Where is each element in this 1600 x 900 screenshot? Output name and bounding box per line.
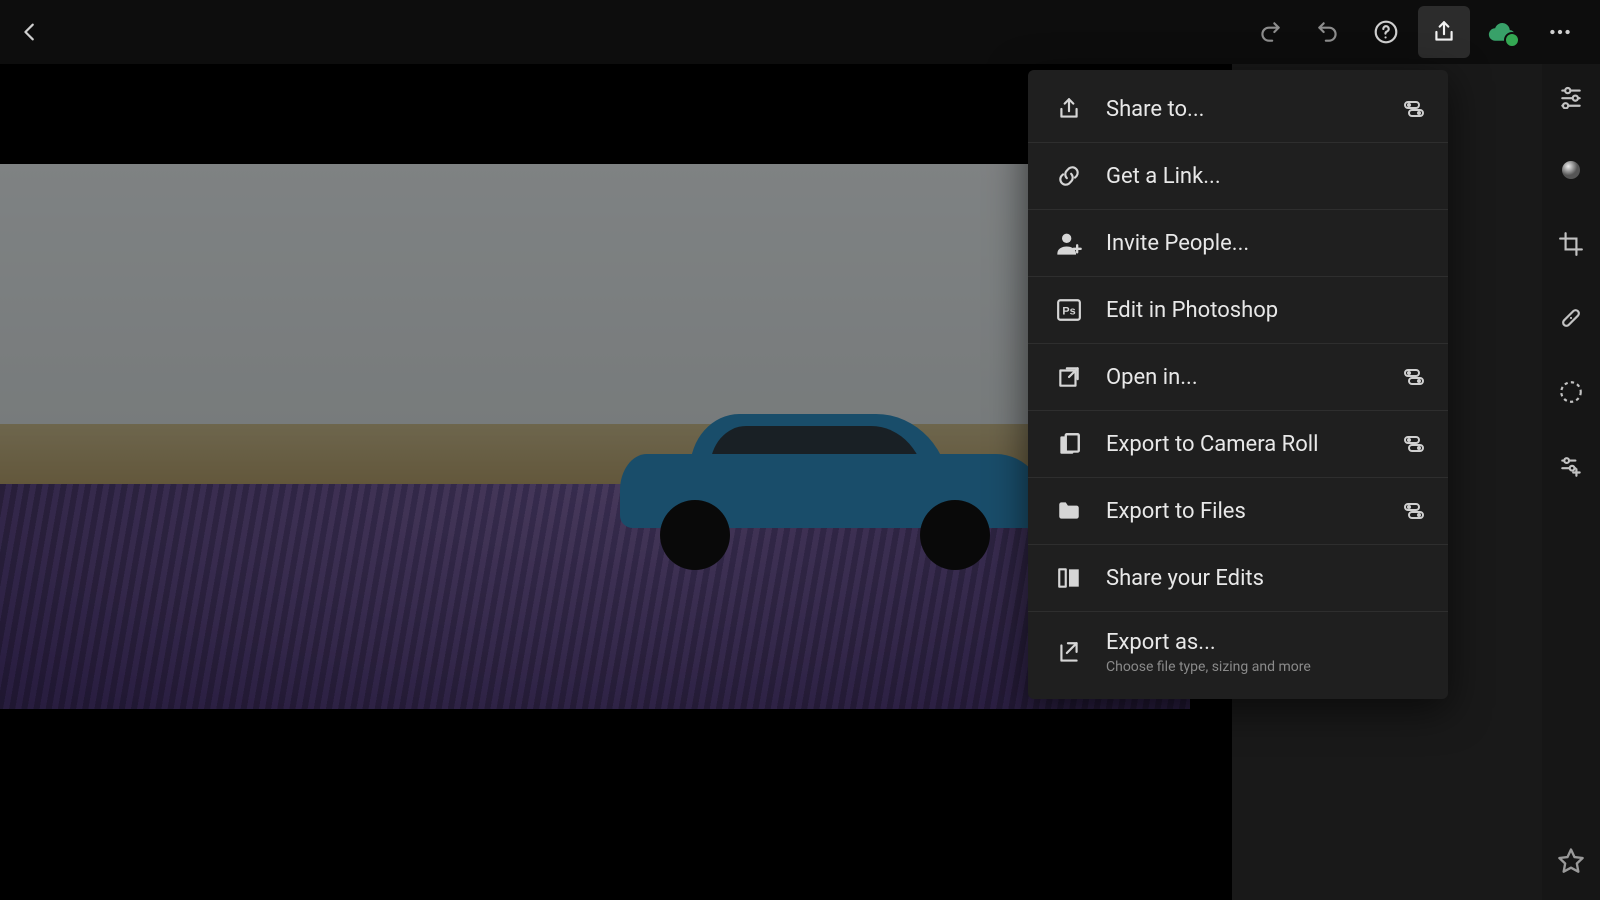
sliders-icon — [1558, 83, 1584, 109]
share-button[interactable] — [1418, 6, 1470, 58]
tool-crop[interactable] — [1551, 224, 1591, 264]
tool-adjust[interactable] — [1551, 76, 1591, 116]
export-icon — [1054, 638, 1084, 668]
menu-share-to[interactable]: Share to... — [1028, 76, 1448, 143]
menu-export-camera-roll[interactable]: Export to Camera Roll — [1028, 411, 1448, 478]
menu-label: Invite People... — [1106, 231, 1249, 256]
camera-roll-icon — [1054, 429, 1084, 459]
menu-label: Share your Edits — [1106, 566, 1264, 591]
menu-share-edits[interactable]: Share your Edits — [1028, 545, 1448, 612]
photoshop-icon: Ps — [1054, 295, 1084, 325]
photo-canvas[interactable] — [0, 64, 1190, 709]
tool-heal[interactable] — [1551, 298, 1591, 338]
sphere-icon — [1559, 158, 1583, 182]
sync-ok-badge — [1504, 32, 1520, 48]
options-icon[interactable] — [1402, 365, 1426, 389]
chevron-left-icon — [19, 21, 41, 43]
menu-export-as[interactable]: Export as... Choose file type, sizing an… — [1028, 612, 1448, 693]
menu-subtitle: Choose file type, sizing and more — [1106, 659, 1311, 675]
redo-icon — [1257, 19, 1283, 45]
link-icon — [1054, 161, 1084, 191]
menu-get-link[interactable]: Get a Link... — [1028, 143, 1448, 210]
menu-label: Share to... — [1106, 97, 1204, 122]
svg-text:Ps: Ps — [1062, 305, 1075, 317]
folder-icon — [1054, 496, 1084, 526]
options-icon[interactable] — [1402, 499, 1426, 523]
menu-export-files[interactable]: Export to Files — [1028, 478, 1448, 545]
star-icon — [1557, 846, 1585, 874]
redo-button[interactable] — [1244, 6, 1296, 58]
back-button[interactable] — [0, 0, 60, 64]
cloud-sync-button[interactable] — [1476, 6, 1528, 58]
options-icon[interactable] — [1402, 97, 1426, 121]
menu-label: Export as... — [1106, 630, 1311, 655]
person-add-icon — [1054, 228, 1084, 258]
menu-invite-people[interactable]: Invite People... — [1028, 210, 1448, 277]
help-button[interactable] — [1360, 6, 1412, 58]
top-bar — [0, 0, 1600, 64]
share-up-icon — [1054, 94, 1084, 124]
share-edits-icon — [1054, 563, 1084, 593]
dashed-circle-icon — [1558, 379, 1584, 405]
menu-label: Get a Link... — [1106, 164, 1221, 189]
top-right-controls — [1244, 6, 1600, 58]
undo-icon — [1315, 19, 1341, 45]
sliders-plus-icon — [1558, 453, 1584, 479]
photo-car — [620, 414, 1050, 564]
rate-button[interactable] — [1551, 840, 1591, 880]
share-icon — [1431, 19, 1457, 45]
menu-edit-photoshop[interactable]: Ps Edit in Photoshop — [1028, 277, 1448, 344]
menu-open-in[interactable]: Open in... — [1028, 344, 1448, 411]
tool-color[interactable] — [1551, 150, 1591, 190]
open-in-icon — [1054, 362, 1084, 392]
tool-rail — [1542, 64, 1600, 900]
menu-label: Export to Files — [1106, 499, 1246, 524]
crop-icon — [1558, 231, 1584, 257]
overflow-button[interactable] — [1534, 6, 1586, 58]
menu-label: Open in... — [1106, 365, 1198, 390]
options-icon[interactable] — [1402, 432, 1426, 456]
tool-presets[interactable] — [1551, 446, 1591, 486]
more-icon — [1547, 19, 1573, 45]
tool-mask[interactable] — [1551, 372, 1591, 412]
bandage-icon — [1558, 305, 1584, 331]
menu-label: Export to Camera Roll — [1106, 432, 1318, 457]
share-menu: Share to... Get a Link... Invite People.… — [1028, 70, 1448, 699]
help-icon — [1373, 19, 1399, 45]
menu-label: Edit in Photoshop — [1106, 298, 1278, 323]
undo-button[interactable] — [1302, 6, 1354, 58]
